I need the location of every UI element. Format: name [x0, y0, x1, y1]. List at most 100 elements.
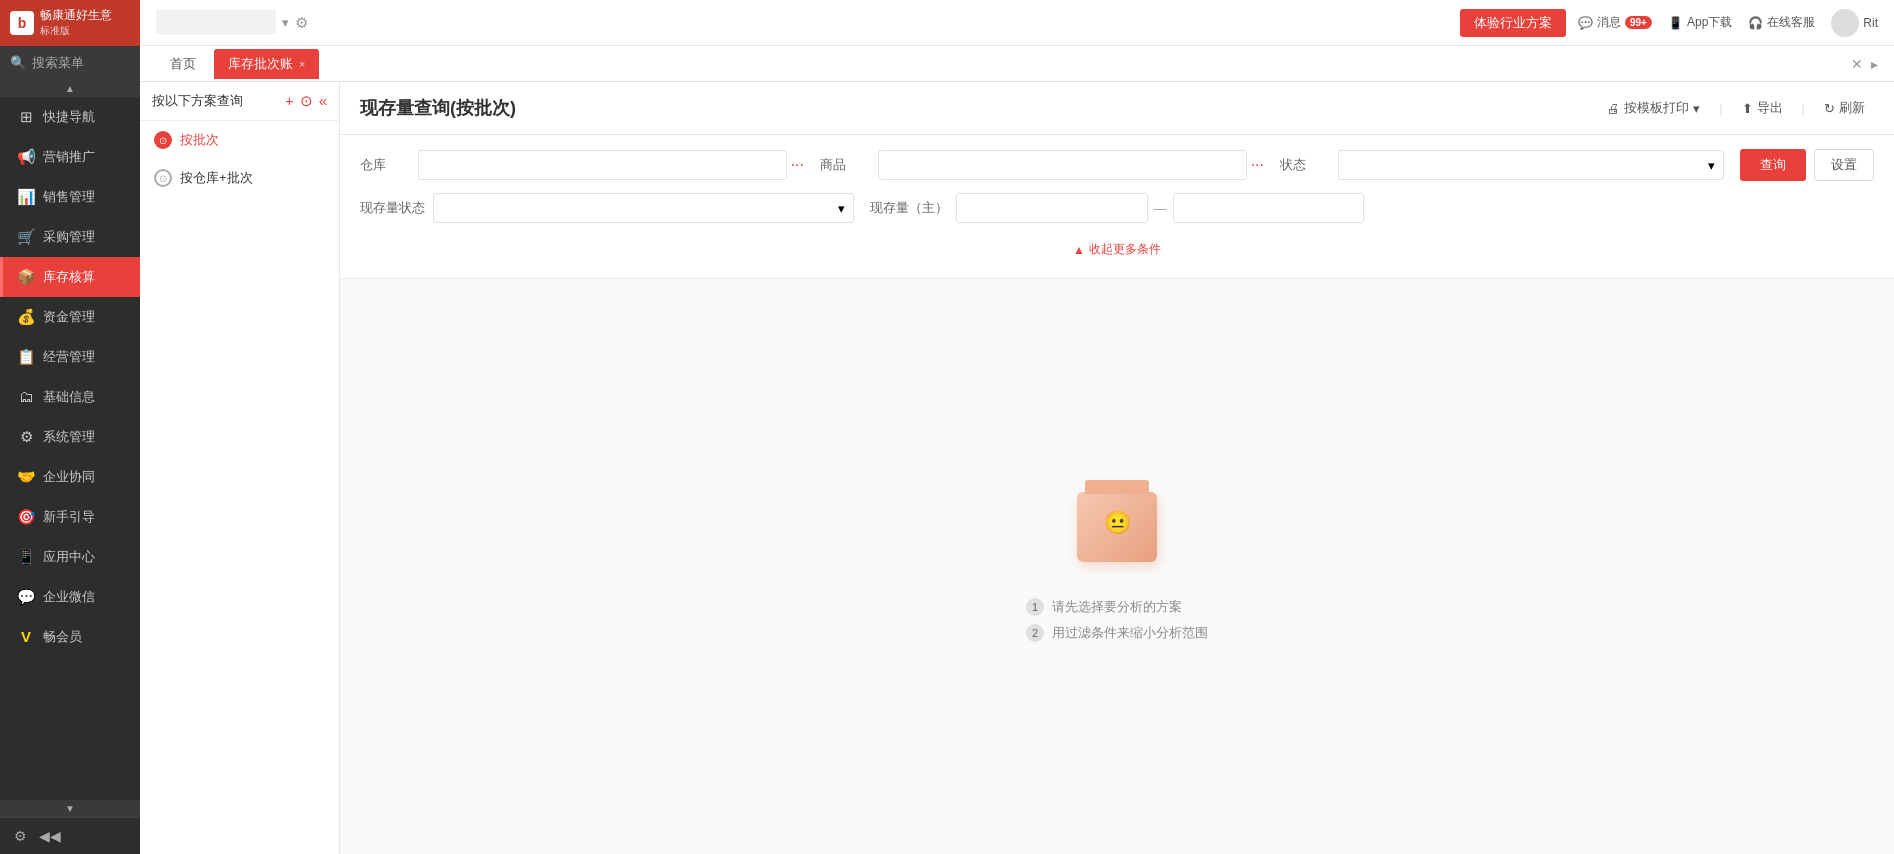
app-download-item[interactable]: 📱 App下载 [1668, 14, 1732, 31]
export-label: 导出 [1757, 99, 1783, 117]
sidebar-item-enterprise[interactable]: 🤝 企业协同 [0, 457, 140, 497]
left-panel-header: 按以下方案查询 + ⊙ « [140, 82, 339, 121]
empty-box-shape: 😐 [1077, 492, 1157, 562]
sidebar-item-label: 采购管理 [43, 228, 95, 246]
export-button[interactable]: ⬆ 导出 [1733, 94, 1792, 122]
settings-button[interactable]: 设置 [1814, 149, 1874, 181]
collapse-sidebar-icon[interactable]: ◀◀ [39, 828, 61, 844]
settings-footer-icon[interactable]: ⚙ [14, 828, 27, 844]
sidebar-item-label: 应用中心 [43, 548, 95, 566]
qty-max-input[interactable] [1173, 193, 1365, 223]
inventory-status-chevron-icon: ▾ [838, 201, 845, 216]
dropdown-chevron-icon[interactable]: ▾ [282, 15, 289, 30]
page-header-actions: 🖨 按模板打印 ▾ | ⬆ 导出 | ↻ 刷新 [1598, 94, 1874, 122]
sidebar-item-member[interactable]: V 畅会员 [0, 617, 140, 657]
product-filter: 商品 ··· [820, 150, 1264, 180]
scheme-item-warehouse-batch[interactable]: ⊙ 按仓库+批次 [140, 159, 339, 197]
qty-range-sep: — [1154, 201, 1167, 216]
tab-inventory-batch[interactable]: 库存批次账 × [214, 49, 319, 79]
sidebar: b 畅康通好生意 标准版 🔍 搜索菜单 ▲ ⊞ 快捷导航 📢 营销推广 📊 销售… [0, 0, 140, 854]
warehouse-dots[interactable]: ··· [791, 156, 804, 174]
sidebar-scroll-up-button[interactable]: ▲ [0, 80, 140, 97]
sidebar-logo: b [10, 11, 34, 35]
messages-badge: 99+ [1625, 16, 1652, 29]
more-icon[interactable]: ▸ [1871, 56, 1878, 72]
sidebar-search[interactable]: 🔍 搜索菜单 [0, 46, 140, 80]
sidebar-item-purchase[interactable]: 🛒 采购管理 [0, 217, 140, 257]
product-input[interactable] [878, 150, 1247, 180]
inventory-status-select[interactable]: ▾ [433, 193, 854, 223]
topbar-search-box [156, 10, 276, 35]
qty-min-input[interactable] [956, 193, 1148, 223]
sidebar-scroll-down-button[interactable]: ▼ [0, 800, 140, 817]
topbar: ▾ ⚙ 体验行业方案 💬 消息 99+ 📱 App下载 🎧 在线客服 Rit [140, 0, 1894, 46]
sidebar-item-label: 基础信息 [43, 388, 95, 406]
collapse-row[interactable]: ▲ 收起更多条件 [360, 235, 1874, 264]
refresh-label: 刷新 [1839, 99, 1865, 117]
sidebar-nav: ⊞ 快捷导航 📢 营销推广 📊 销售管理 🛒 采购管理 📦 库存核算 💰 资金管… [0, 97, 140, 800]
status-chevron-icon: ▾ [1708, 158, 1715, 173]
experience-industry-button[interactable]: 体验行业方案 [1460, 9, 1566, 37]
filter-row-1: 仓库 ··· 商品 ··· 状态 ▾ [360, 149, 1874, 181]
sidebar-item-quick-nav[interactable]: ⊞ 快捷导航 [0, 97, 140, 137]
basic-icon: 🗂 [17, 388, 35, 406]
user-profile[interactable]: Rit [1831, 9, 1878, 37]
sidebar-item-sales[interactable]: 📊 销售管理 [0, 177, 140, 217]
hint-text-2: 用过滤条件来缩小分析范围 [1052, 624, 1208, 642]
left-panel-title: 按以下方案查询 [152, 92, 243, 110]
avatar [1831, 9, 1859, 37]
newbie-icon: 🎯 [17, 508, 35, 526]
topbar-right: 💬 消息 99+ 📱 App下载 🎧 在线客服 Rit [1578, 9, 1878, 37]
sidebar-header: b 畅康通好生意 标准版 [0, 0, 140, 46]
inventory-qty-filter: 现存量（主） — [870, 193, 1364, 223]
search-icon: 🔍 [10, 55, 26, 70]
online-service-item[interactable]: 🎧 在线客服 [1748, 14, 1815, 31]
main-area: ▾ ⚙ 体验行业方案 💬 消息 99+ 📱 App下载 🎧 在线客服 Rit [140, 0, 1894, 854]
sidebar-item-basic[interactable]: 🗂 基础信息 [0, 377, 140, 417]
sidebar-item-wechat[interactable]: 💬 企业微信 [0, 577, 140, 617]
empty-state: 😐 1 请先选择要分析的方案 2 用过滤条件来缩小分析范围 [340, 279, 1894, 854]
sidebar-item-system[interactable]: ⚙ 系统管理 [0, 417, 140, 457]
tab-home[interactable]: 首页 [156, 49, 210, 79]
status-select[interactable]: ▾ [1338, 150, 1724, 180]
add-scheme-icon[interactable]: + [285, 92, 294, 110]
system-icon: ⚙ [17, 428, 35, 446]
page-header: 现存量查询(按批次) 🖨 按模板打印 ▾ | ⬆ 导出 | ↻ [340, 82, 1894, 135]
online-service-label: 在线客服 [1767, 14, 1815, 31]
query-button[interactable]: 查询 [1740, 149, 1806, 181]
marketing-icon: 📢 [17, 148, 35, 166]
filter-area: 仓库 ··· 商品 ··· 状态 ▾ [340, 135, 1894, 279]
sidebar-item-newbie[interactable]: 🎯 新手引导 [0, 497, 140, 537]
sidebar-item-operations[interactable]: 📋 经营管理 [0, 337, 140, 377]
messages-label: 消息 [1597, 14, 1621, 31]
collapse-panel-icon[interactable]: « [319, 92, 327, 110]
settings-gear-icon[interactable]: ⚙ [295, 14, 308, 32]
inventory-qty-label: 现存量（主） [870, 199, 948, 217]
print-label: 按模板打印 [1624, 99, 1689, 117]
sidebar-item-inventory[interactable]: 📦 库存核算 [0, 257, 140, 297]
scheme-item-warehouse-label: 按仓库+批次 [180, 169, 253, 187]
product-dots[interactable]: ··· [1251, 156, 1264, 174]
separator-2: | [1802, 101, 1805, 116]
sidebar-item-finance[interactable]: 💰 资金管理 [0, 297, 140, 337]
message-icon: 💬 [1578, 16, 1593, 30]
finance-icon: 💰 [17, 308, 35, 326]
sidebar-item-apps[interactable]: 📱 应用中心 [0, 537, 140, 577]
empty-illustration: 😐 [1067, 492, 1167, 582]
warehouse-input[interactable] [418, 150, 787, 180]
print-dropdown-icon[interactable]: ▾ [1693, 101, 1700, 116]
refresh-button[interactable]: ↻ 刷新 [1815, 94, 1874, 122]
close-window-icon[interactable]: ✕ [1851, 56, 1863, 72]
messages-item[interactable]: 💬 消息 99+ [1578, 14, 1652, 31]
print-button[interactable]: 🖨 按模板打印 ▾ [1598, 94, 1709, 122]
sidebar-item-label: 库存核算 [43, 268, 95, 286]
tabs-right: ✕ ▸ [1851, 56, 1878, 72]
sidebar-item-marketing[interactable]: 📢 营销推广 [0, 137, 140, 177]
tab-close-icon[interactable]: × [299, 58, 305, 70]
user-name: Rit [1863, 16, 1878, 30]
settings-scheme-icon[interactable]: ⊙ [300, 92, 313, 110]
sidebar-item-label: 企业微信 [43, 588, 95, 606]
scheme-item-batch[interactable]: ⊙ 按批次 [140, 121, 339, 159]
quick-nav-icon: ⊞ [17, 108, 35, 126]
hint-num-1: 1 [1026, 598, 1044, 616]
